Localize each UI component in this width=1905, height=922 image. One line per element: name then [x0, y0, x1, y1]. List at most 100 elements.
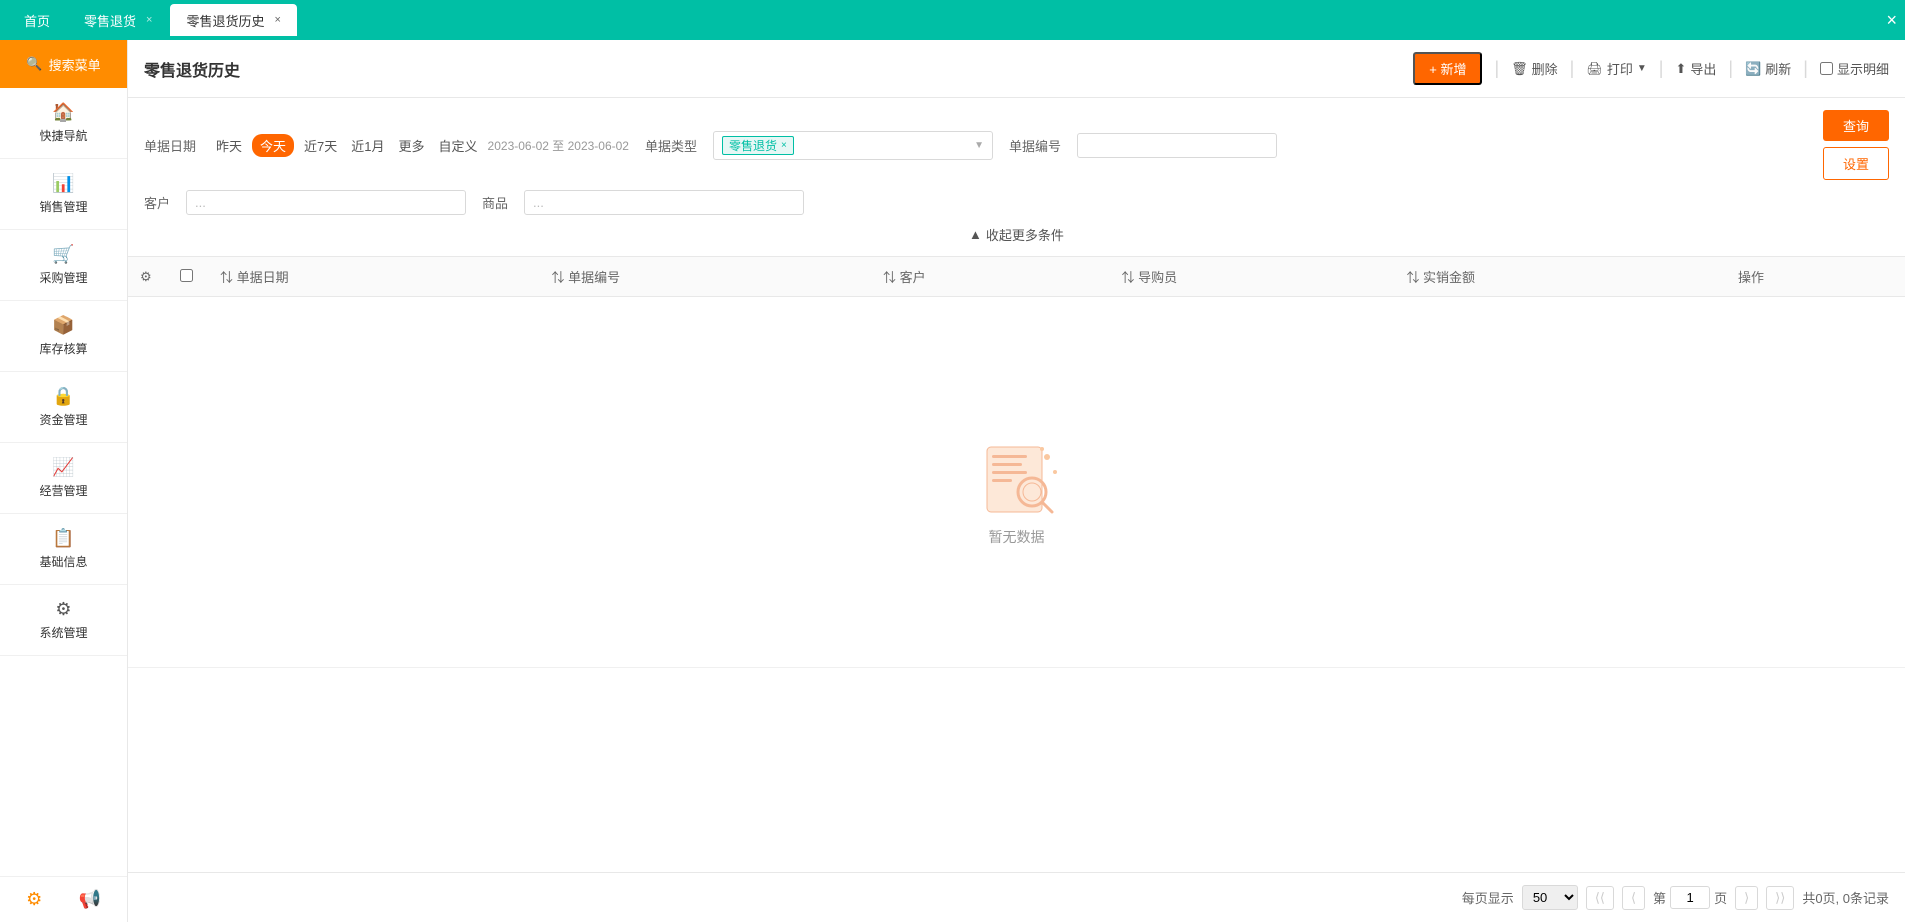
voucher-number-label: 单据编号 [1009, 136, 1061, 155]
volume-icon[interactable]: 📢 [78, 889, 100, 910]
collapse-button[interactable]: ▲ 收起更多条件 [969, 225, 1064, 244]
sidebar-label-purchase: 采购管理 [39, 269, 87, 286]
collapse-label: 收起更多条件 [986, 225, 1064, 244]
divider-2: | [1570, 58, 1575, 79]
sidebar-item-system[interactable]: ⚙ 系统管理 [0, 585, 127, 656]
voucher-type-select[interactable]: 零售退货 × ▼ [713, 131, 993, 160]
sidebar-item-inventory[interactable]: 📦 库存核算 [0, 301, 127, 372]
sidebar-search[interactable]: 🔍 搜索菜单 [0, 40, 127, 88]
page-input-wrap: 第 页 [1653, 886, 1727, 909]
tab-home-label: 首页 [24, 11, 50, 30]
page-last-button[interactable]: ⟩⟩ [1766, 886, 1794, 910]
date-btn-yesterday[interactable]: 昨天 [212, 134, 246, 157]
th-customer-label: ⇅ 客户 [883, 270, 926, 285]
goods-label: 商品 [482, 193, 508, 212]
sidebar-item-operation[interactable]: 📈 经营管理 [0, 443, 127, 514]
search-icon: 🔍 [26, 56, 42, 72]
operation-icon: 📈 [52, 457, 74, 478]
show-detail-checkbox-label[interactable]: 显示明细 [1820, 59, 1889, 78]
settings-bottom-icon[interactable]: ⚙ [26, 889, 42, 910]
tab-home[interactable]: 首页 [8, 4, 66, 36]
date-filters: 昨天 今天 近7天 近1月 更多 自定义 2023-06-02 至 2023-0… [212, 134, 629, 157]
sales-icon: 📊 [52, 173, 74, 194]
show-detail-checkbox[interactable] [1820, 62, 1833, 75]
date-btn-today[interactable]: 今天 [252, 134, 294, 157]
refresh-icon: 🔄 [1745, 61, 1761, 77]
print-button[interactable]: 🖨 打印 ▼ [1586, 59, 1646, 78]
page-title: 零售退货历史 [144, 57, 240, 81]
divider-3: | [1659, 58, 1664, 79]
window-close-icon[interactable]: × [1886, 10, 1897, 31]
filter-area: 单据日期 昨天 今天 近7天 近1月 更多 自定义 2023-06-02 至 2… [128, 98, 1905, 257]
purchase-icon: 🛒 [52, 244, 74, 265]
content-area: 零售退货历史 + 新增 | 🗑 删除 | 🖨 打印 ▼ | ⬆ 导出 [128, 40, 1905, 922]
sidebar-label-sales: 销售管理 [39, 198, 87, 215]
page-input[interactable] [1670, 886, 1710, 909]
customer-placeholder: ... [195, 195, 206, 210]
date-btn-7days[interactable]: 近7天 [300, 134, 341, 157]
table-header-row: ⚙ ⇅ 单据日期 ⇅ 单据编号 ⇅ 客户 [128, 257, 1905, 297]
tab-retail-return-history-close[interactable]: × [274, 14, 280, 26]
date-btn-1month[interactable]: 近1月 [347, 134, 388, 157]
delete-button[interactable]: 🗑 删除 [1511, 59, 1558, 78]
refresh-label: 刷新 [1765, 59, 1791, 78]
date-filter-label: 单据日期 [144, 136, 196, 155]
collapse-icon: ▲ [969, 227, 982, 242]
page-header: 零售退货历史 + 新增 | 🗑 删除 | 🖨 打印 ▼ | ⬆ 导出 [128, 40, 1905, 98]
th-amount[interactable]: ⇅ 实销金额 [1394, 257, 1726, 297]
show-detail-label: 显示明细 [1837, 59, 1889, 78]
sidebar-item-base-info[interactable]: 📋 基础信息 [0, 514, 127, 585]
sidebar-label-operation: 经营管理 [39, 482, 87, 499]
page-next-button[interactable]: ⟩ [1735, 886, 1758, 910]
query-button[interactable]: 查询 [1823, 110, 1889, 141]
empty-text: 暂无数据 [989, 527, 1045, 547]
customer-select[interactable]: ... [186, 190, 466, 215]
tab-retail-return-history-label: 零售退货历史 [186, 11, 264, 30]
inventory-icon: 📦 [52, 315, 74, 336]
th-guide-label: ⇅ 导购员 [1121, 270, 1177, 285]
filter-settings-button[interactable]: 设置 [1823, 147, 1889, 180]
table-area: ⚙ ⇅ 单据日期 ⇅ 单据编号 ⇅ 客户 [128, 257, 1905, 872]
sidebar-label-inventory: 库存核算 [39, 340, 87, 357]
divider-4: | [1728, 58, 1733, 79]
query-buttons: 查询 设置 [1823, 110, 1889, 180]
th-settings[interactable]: ⚙ [128, 257, 168, 297]
tab-retail-return[interactable]: 零售退货 × [68, 4, 168, 36]
page-unit: 页 [1714, 888, 1727, 907]
th-action-label: 操作 [1738, 270, 1764, 285]
tab-retail-return-history[interactable]: 零售退货历史 × [170, 4, 296, 36]
th-checkbox[interactable] [168, 257, 208, 297]
voucher-number-input[interactable] [1077, 133, 1277, 158]
sidebar-item-finance[interactable]: 🔒 资金管理 [0, 372, 127, 443]
column-settings-icon[interactable]: ⚙ [140, 269, 152, 284]
page-first-button[interactable]: ⟨⟨ [1586, 886, 1614, 910]
th-customer[interactable]: ⇅ 客户 [871, 257, 1109, 297]
sidebar-item-sales[interactable]: 📊 销售管理 [0, 159, 127, 230]
refresh-button[interactable]: 🔄 刷新 [1745, 59, 1791, 78]
header-actions: + 新增 | 🗑 删除 | 🖨 打印 ▼ | ⬆ 导出 | [1413, 52, 1889, 85]
date-btn-more[interactable]: 更多 [395, 134, 429, 157]
voucher-type-dropdown-icon: ▼ [974, 140, 984, 151]
goods-select[interactable]: ... [524, 190, 804, 215]
th-guide[interactable]: ⇅ 导购员 [1109, 257, 1394, 297]
customer-label: 客户 [144, 193, 170, 212]
voucher-type-tag: 零售退货 × [722, 136, 794, 155]
divider-5: | [1803, 58, 1808, 79]
page-size-select[interactable]: 10 20 50 100 [1522, 885, 1578, 910]
new-button[interactable]: + 新增 [1413, 52, 1482, 85]
th-date[interactable]: ⇅ 单据日期 [208, 257, 540, 297]
sidebar-item-purchase[interactable]: 🛒 采购管理 [0, 230, 127, 301]
sidebar-label-system: 系统管理 [39, 624, 87, 641]
filter-row-1: 单据日期 昨天 今天 近7天 近1月 更多 自定义 2023-06-02 至 2… [144, 110, 1889, 180]
select-all-checkbox[interactable] [180, 269, 193, 282]
delete-icon: 🗑 [1511, 61, 1528, 77]
filter-row-2: 客户 ... 商品 ... [144, 190, 1889, 215]
page-prev-button[interactable]: ⟨ [1622, 886, 1645, 910]
th-number[interactable]: ⇅ 单据编号 [540, 257, 872, 297]
export-button[interactable]: ⬆ 导出 [1675, 59, 1716, 78]
sidebar-item-quick-nav[interactable]: 🏠 快捷导航 [0, 88, 127, 159]
date-btn-custom[interactable]: 自定义 [435, 134, 482, 157]
voucher-type-tag-close[interactable]: × [781, 140, 787, 151]
tab-retail-return-close[interactable]: × [146, 14, 152, 26]
goods-placeholder: ... [533, 195, 544, 210]
